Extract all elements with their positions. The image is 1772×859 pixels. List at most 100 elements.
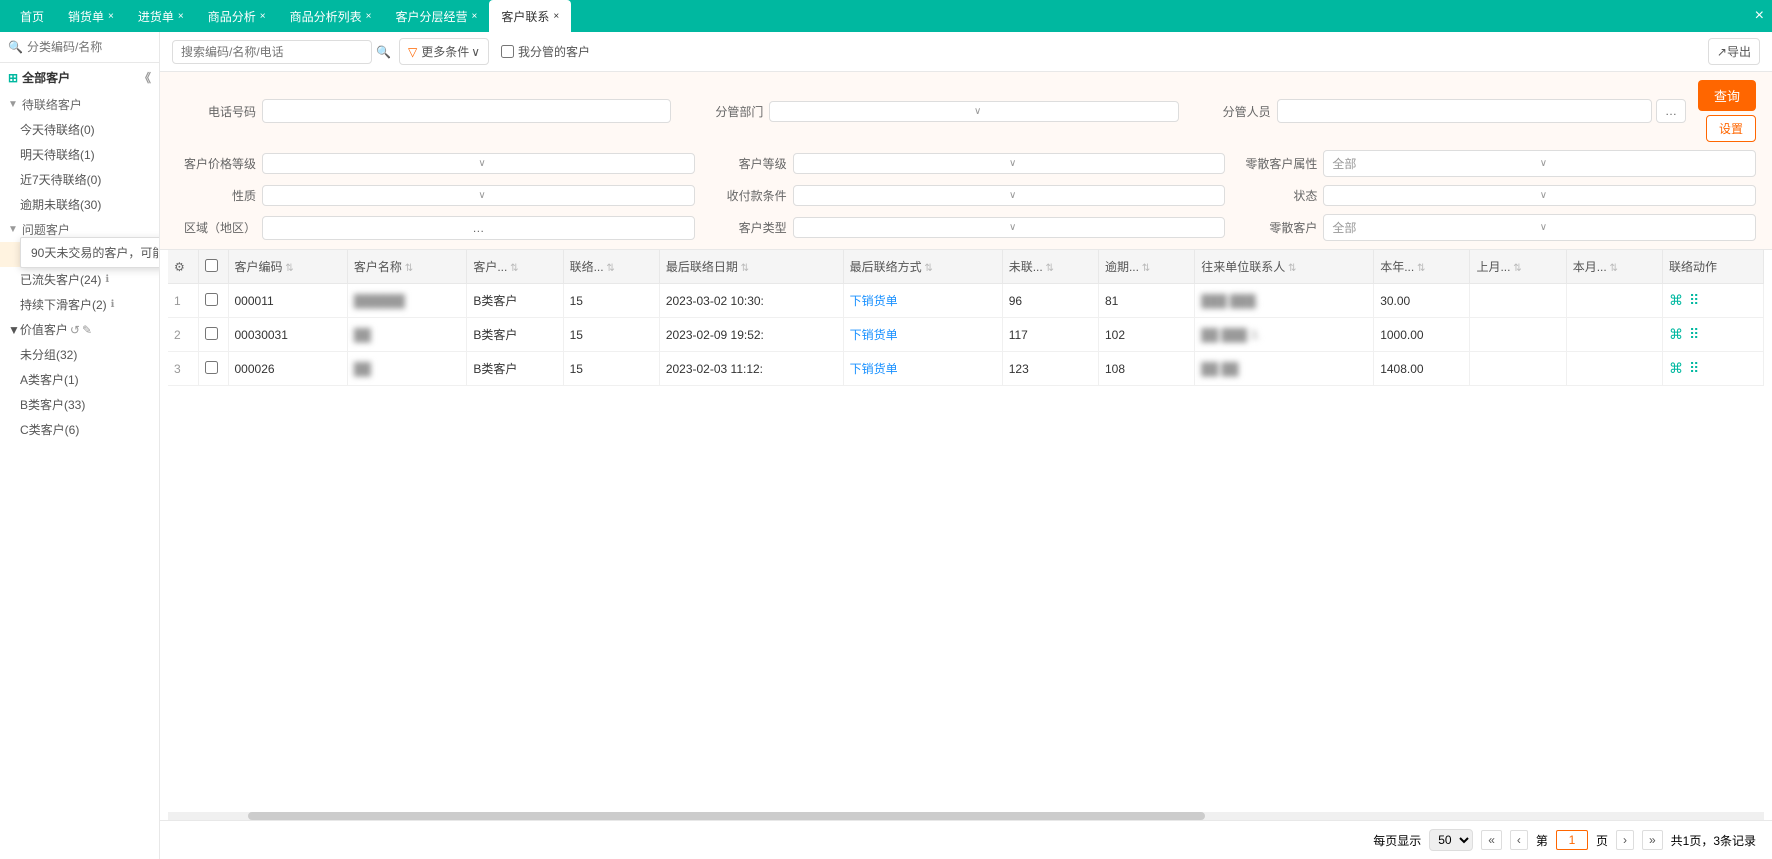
- filter-scatter-customer-select[interactable]: 全部 ∨: [1323, 214, 1756, 241]
- col-last-contact-way[interactable]: 最后联络方式: [843, 250, 1002, 284]
- horizontal-scrollbar[interactable]: [168, 812, 1764, 820]
- filter-manager-input[interactable]: [1277, 99, 1652, 123]
- filter-settings-button[interactable]: 设置: [1706, 115, 1756, 142]
- filter-region: 区域（地区） …: [176, 216, 695, 240]
- action-more-icon-1[interactable]: ⠿: [1689, 326, 1699, 343]
- sidebar-search-input[interactable]: [27, 40, 160, 54]
- sidebar-group-pending[interactable]: ▼ 待联络客户: [0, 92, 159, 117]
- tab-customer-contact[interactable]: 客户联系 ×: [489, 0, 571, 32]
- row-way-0[interactable]: 下销货单: [843, 284, 1002, 318]
- close-product-analysis-list-icon[interactable]: ×: [366, 11, 372, 22]
- filter-price-grade-label: 客户价格等级: [176, 155, 256, 172]
- filter-row-4: 区域（地区） … 客户类型 ∨ 零散客户 全部 ∨: [176, 214, 1756, 241]
- search-button[interactable]: 🔍: [376, 45, 391, 59]
- col-this-month[interactable]: 本月...: [1566, 250, 1662, 284]
- col-this-year[interactable]: 本年...: [1374, 250, 1470, 284]
- tab-purchase-order[interactable]: 进货单 ×: [126, 0, 196, 32]
- query-button[interactable]: 查询: [1698, 80, 1756, 111]
- sidebar-all-customers-label: 全部客户: [22, 69, 70, 86]
- select-all-checkbox[interactable]: [205, 259, 218, 272]
- close-product-analysis-icon[interactable]: ×: [260, 11, 266, 22]
- col-last-month[interactable]: 上月...: [1470, 250, 1566, 284]
- row-checkbox-cell-1[interactable]: [198, 318, 228, 352]
- row-way-2[interactable]: 下销货单: [843, 352, 1002, 386]
- action-link-icon-1[interactable]: ⌘: [1669, 326, 1683, 343]
- horizontal-scrollbar-thumb[interactable]: [248, 812, 1206, 820]
- my-customer-checkbox[interactable]: [501, 45, 514, 58]
- sidebar-group-value[interactable]: ▼ 价值客户 ↺ ✎: [0, 317, 159, 342]
- close-purchase-order-icon[interactable]: ×: [178, 11, 184, 22]
- current-page-input[interactable]: [1556, 830, 1588, 850]
- next-page-button[interactable]: ›: [1616, 830, 1634, 850]
- last-page-button[interactable]: »: [1642, 830, 1663, 850]
- col-customer-code[interactable]: 客户编码: [228, 250, 347, 284]
- filter-manager-dots-button[interactable]: …: [1656, 99, 1686, 123]
- sidebar-all-customers[interactable]: ⊞ 全部客户 《: [0, 63, 159, 92]
- row-way-1[interactable]: 下销货单: [843, 318, 1002, 352]
- sidebar-group-problem[interactable]: ▼ 问题客户 90天未交易的客户，可能有流失风险。: [0, 217, 159, 242]
- row-checkbox-1[interactable]: [205, 327, 218, 340]
- col-overdue[interactable]: 逾期...: [1098, 250, 1194, 284]
- row-checkbox-cell-2[interactable]: [198, 352, 228, 386]
- my-customer-checkbox-label[interactable]: 我分管的客户: [501, 43, 590, 60]
- export-button[interactable]: ↗ 导出: [1708, 38, 1760, 65]
- action-more-icon-0[interactable]: ⠿: [1689, 292, 1699, 309]
- sidebar-item-churned[interactable]: 已流失客户(24) ℹ: [0, 267, 159, 292]
- sidebar-item-ungrouped[interactable]: 未分组(32): [0, 342, 159, 367]
- sidebar-item-today-pending[interactable]: 今天待联络(0): [0, 117, 159, 142]
- col-checkbox[interactable]: [198, 250, 228, 284]
- sidebar-item-class-a[interactable]: A类客户(1): [0, 367, 159, 392]
- filter-price-grade-select[interactable]: ∨: [262, 153, 695, 174]
- sidebar-item-class-b[interactable]: B类客户(33): [0, 392, 159, 417]
- search-input[interactable]: [172, 40, 372, 64]
- filter-bar: 🔍 ▽ 更多条件 ∨ 我分管的客户 ↗ 导出: [160, 32, 1772, 72]
- filter-customer-grade: 客户等级 ∨: [707, 153, 1226, 174]
- col-not-contacted[interactable]: 未联...: [1002, 250, 1098, 284]
- sidebar-item-7days-pending[interactable]: 近7天待联络(0): [0, 167, 159, 192]
- row-checkbox-2[interactable]: [205, 361, 218, 374]
- filter-customer-type-label: 客户类型: [707, 219, 787, 236]
- col-customer-name[interactable]: 客户名称: [347, 250, 466, 284]
- tab-product-analysis[interactable]: 商品分析 ×: [196, 0, 278, 32]
- col-settings[interactable]: ⚙: [168, 250, 198, 284]
- col-customer-type-col[interactable]: 客户...: [467, 250, 563, 284]
- sidebar-item-class-c[interactable]: C类客户(6): [0, 417, 159, 442]
- action-link-icon-2[interactable]: ⌘: [1669, 360, 1683, 377]
- close-customer-tier-icon[interactable]: ×: [471, 11, 477, 22]
- more-conditions-button[interactable]: ▽ 更多条件 ∨: [399, 38, 489, 65]
- prev-page-button[interactable]: ‹: [1510, 830, 1528, 850]
- action-link-icon-0[interactable]: ⌘: [1669, 292, 1683, 309]
- filter-dept-select[interactable]: ∨: [769, 101, 1178, 122]
- col-contact-num[interactable]: 联络...: [563, 250, 659, 284]
- filter-payment-select[interactable]: ∨: [793, 185, 1226, 206]
- filter-region-dots-button[interactable]: …: [262, 216, 695, 240]
- filter-scatter-attr-select[interactable]: 全部 ∨: [1323, 150, 1756, 177]
- column-settings-icon[interactable]: ⚙: [174, 260, 185, 274]
- refresh-value-icon[interactable]: ↺: [70, 323, 80, 337]
- filter-customer-type-select[interactable]: ∨: [793, 217, 1226, 238]
- tab-customer-tier[interactable]: 客户分层经营 ×: [383, 0, 489, 32]
- row-checkbox-cell-0[interactable]: [198, 284, 228, 318]
- close-sales-order-icon[interactable]: ×: [108, 11, 114, 22]
- action-more-icon-2[interactable]: ⠿: [1689, 360, 1699, 377]
- per-page-select[interactable]: 50: [1429, 829, 1473, 851]
- filter-nature-select[interactable]: ∨: [262, 185, 695, 206]
- collapse-icon[interactable]: 《: [139, 69, 151, 86]
- filter-status-select[interactable]: ∨: [1323, 185, 1756, 206]
- filter-phone-input[interactable]: [262, 99, 671, 123]
- col-last-contact-date[interactable]: 最后联络日期: [659, 250, 843, 284]
- tab-sales-order[interactable]: 销货单 ×: [56, 0, 126, 32]
- close-customer-contact-icon[interactable]: ×: [553, 11, 559, 22]
- filter-customer-grade-select[interactable]: ∨: [793, 153, 1226, 174]
- sidebar-item-tomorrow-pending[interactable]: 明天待联络(1): [0, 142, 159, 167]
- sidebar-item-declining[interactable]: 持续下滑客户(2) ℹ: [0, 292, 159, 317]
- chevron-scatter-customer-icon: ∨: [1540, 222, 1747, 233]
- edit-value-icon[interactable]: ✎: [82, 323, 92, 337]
- sidebar-item-overdue-pending[interactable]: 逾期未联络(30): [0, 192, 159, 217]
- home-tab[interactable]: 首页: [8, 0, 56, 32]
- col-contact-person[interactable]: 往来单位联系人: [1195, 250, 1374, 284]
- tab-product-analysis-list[interactable]: 商品分析列表 ×: [278, 0, 384, 32]
- first-page-button[interactable]: «: [1481, 830, 1502, 850]
- row-checkbox-0[interactable]: [205, 293, 218, 306]
- close-window-icon[interactable]: ×: [1755, 7, 1764, 25]
